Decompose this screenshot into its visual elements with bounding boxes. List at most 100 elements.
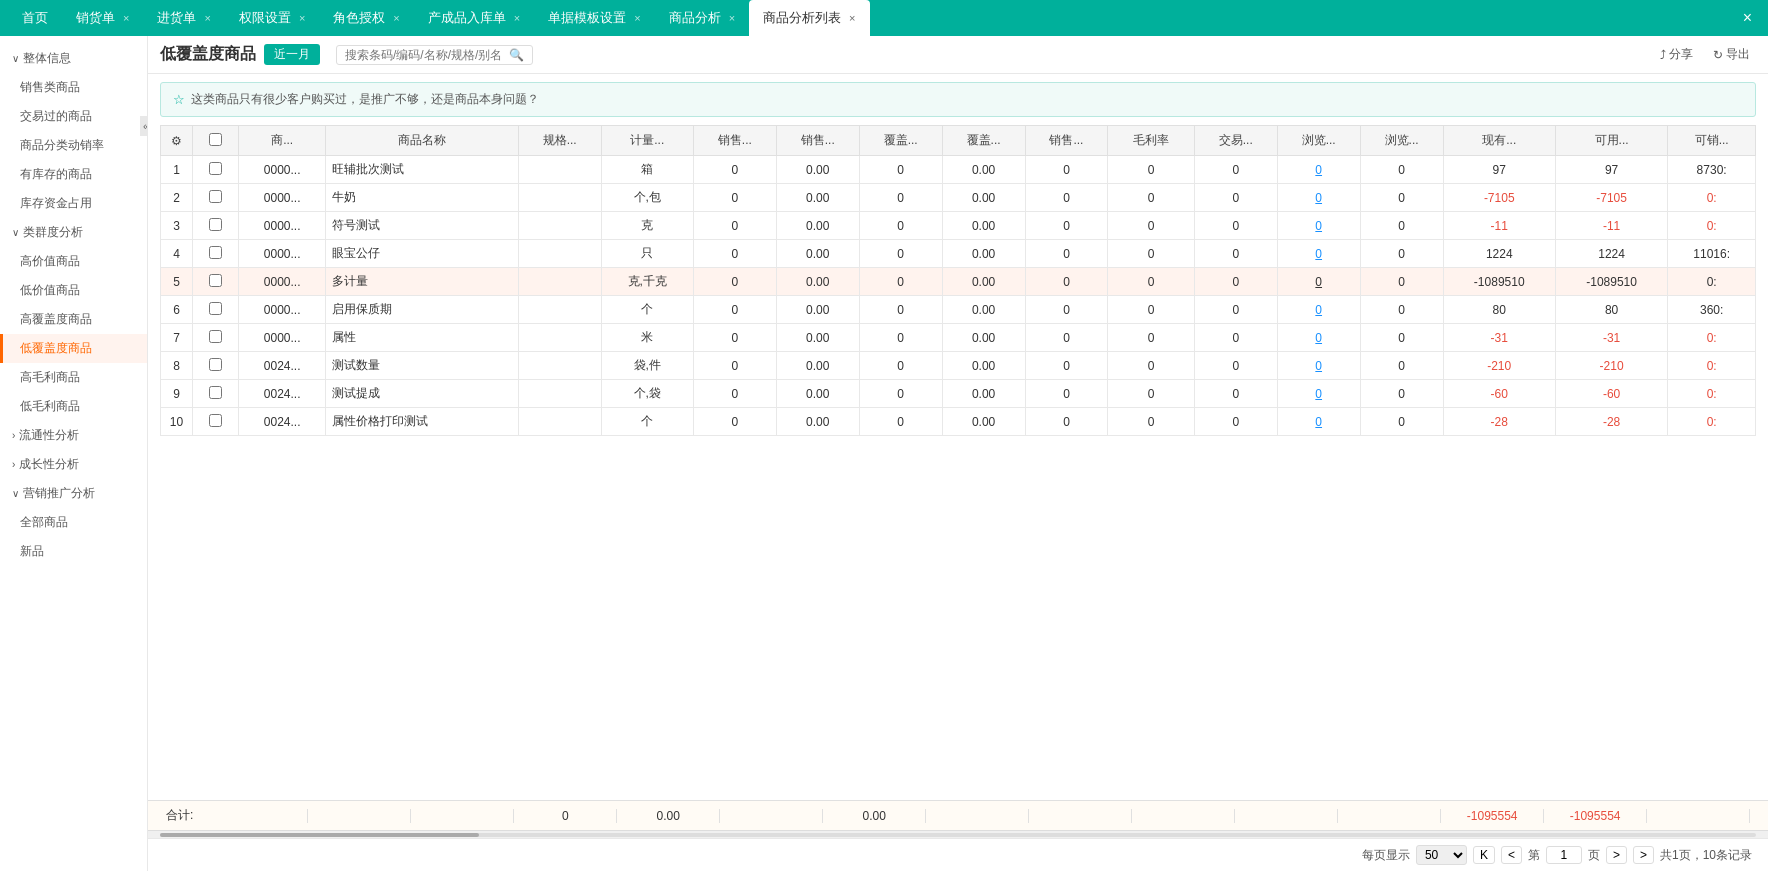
row-checkbox-cell[interactable] — [193, 156, 239, 184]
row-checkbox[interactable] — [209, 302, 222, 315]
col-unit-header[interactable]: 计量... — [601, 126, 693, 156]
col-settings[interactable]: ⚙ — [161, 126, 193, 156]
row-checkbox-cell[interactable] — [193, 324, 239, 352]
row-browse1[interactable]: 0 — [1277, 156, 1360, 184]
sidebar-item-sales-goods[interactable]: 销售类商品 — [0, 73, 147, 102]
close-icon[interactable]: × — [299, 0, 305, 36]
row-checkbox-cell[interactable] — [193, 240, 239, 268]
sidebar-item-low-coverage[interactable]: 低覆盖度商品 — [0, 334, 147, 363]
row-checkbox[interactable] — [209, 274, 222, 287]
close-icon[interactable]: × — [634, 0, 640, 36]
col-sales2-header[interactable]: 销售... — [776, 126, 859, 156]
row-checkbox-cell[interactable] — [193, 296, 239, 324]
search-icon[interactable]: 🔍 — [509, 48, 524, 62]
col-gross-header[interactable]: 毛利率 — [1108, 126, 1194, 156]
scrollbar-thumb[interactable] — [160, 833, 479, 837]
row-checkbox[interactable] — [209, 414, 222, 427]
row-browse1[interactable]: 0 — [1277, 380, 1360, 408]
row-checkbox[interactable] — [209, 162, 222, 175]
row-checkbox-cell[interactable] — [193, 352, 239, 380]
row-checkbox-cell[interactable] — [193, 212, 239, 240]
row-checkbox[interactable] — [209, 358, 222, 371]
sidebar-item-new-goods[interactable]: 新品 — [0, 537, 147, 566]
row-checkbox-cell[interactable] — [193, 408, 239, 436]
sidebar-item-all-goods[interactable]: 全部商品 — [0, 508, 147, 537]
sidebar-item-high-margin[interactable]: 高毛利商品 — [0, 363, 147, 392]
table-wrapper[interactable]: ⚙ 商... 商品名称 规格... 计量... 销售... 销售... 覆盖..… — [148, 125, 1768, 800]
sidebar-collapse-button[interactable]: « — [140, 116, 148, 136]
page-number-input[interactable] — [1546, 846, 1582, 864]
nav-item-analysis-list[interactable]: 商品分析列表 × — [749, 0, 869, 36]
row-checkbox[interactable] — [209, 218, 222, 231]
col-cover1-header[interactable]: 覆盖... — [859, 126, 942, 156]
row-browse1[interactable]: 0 — [1277, 212, 1360, 240]
sidebar-item-traded-goods[interactable]: 交易过的商品 — [0, 102, 147, 131]
sidebar-item-category-rate[interactable]: 商品分类动销率 — [0, 131, 147, 160]
sidebar-item-low-value[interactable]: 低价值商品 — [0, 276, 147, 305]
nav-item-role[interactable]: 角色授权 × — [319, 0, 413, 36]
close-icon[interactable]: × — [849, 0, 855, 36]
export-button[interactable]: ↻ 导出 — [1707, 44, 1756, 65]
close-icon[interactable]: × — [123, 0, 129, 36]
nav-item-analysis[interactable]: 商品分析 × — [655, 0, 749, 36]
select-all-checkbox[interactable] — [209, 133, 222, 146]
col-sellable-header[interactable]: 可销... — [1668, 126, 1756, 156]
search-input[interactable] — [345, 48, 505, 62]
row-checkbox-cell[interactable] — [193, 268, 239, 296]
period-button[interactable]: 近一月 — [264, 44, 320, 65]
close-all-button[interactable]: × — [1735, 9, 1760, 27]
sidebar-item-high-value[interactable]: 高价值商品 — [0, 247, 147, 276]
nav-item-purchase[interactable]: 进货单 × — [143, 0, 224, 36]
sidebar-section-circulation[interactable]: › 流通性分析 — [0, 421, 147, 450]
col-browse1-header[interactable]: 浏览... — [1277, 126, 1360, 156]
nav-item-finished[interactable]: 产成品入库单 × — [414, 0, 534, 36]
close-icon[interactable]: × — [729, 0, 735, 36]
row-browse1[interactable]: 0 — [1277, 240, 1360, 268]
row-checkbox-cell[interactable] — [193, 184, 239, 212]
col-cover2-header[interactable]: 覆盖... — [942, 126, 1025, 156]
col-name-header[interactable]: 商品名称 — [326, 126, 518, 156]
col-sales1-header[interactable]: 销售... — [693, 126, 776, 156]
row-checkbox[interactable] — [209, 330, 222, 343]
row-checkbox-cell[interactable] — [193, 380, 239, 408]
col-checkbox[interactable] — [193, 126, 239, 156]
row-checkbox[interactable] — [209, 190, 222, 203]
close-icon[interactable]: × — [393, 0, 399, 36]
sidebar-item-stock-capital[interactable]: 库存资金占用 — [0, 189, 147, 218]
per-page-select[interactable]: 50 100 200 — [1416, 845, 1467, 865]
col-available-header[interactable]: 可用... — [1555, 126, 1667, 156]
last-page-button[interactable]: > — [1633, 846, 1654, 864]
next-page-button[interactable]: > — [1606, 846, 1627, 864]
close-icon[interactable]: × — [514, 0, 520, 36]
prev-page-button[interactable]: < — [1501, 846, 1522, 864]
nav-item-permission[interactable]: 权限设置 × — [225, 0, 319, 36]
sidebar-section-overall[interactable]: ∨ 整体信息 — [0, 44, 147, 73]
sidebar-item-with-stock[interactable]: 有库存的商品 — [0, 160, 147, 189]
row-checkbox[interactable] — [209, 386, 222, 399]
col-spec-header[interactable]: 规格... — [518, 126, 601, 156]
row-browse1[interactable]: 0 — [1277, 296, 1360, 324]
row-browse1[interactable]: 0 — [1277, 324, 1360, 352]
col-sales3-header[interactable]: 销售... — [1025, 126, 1108, 156]
sidebar-section-marketing[interactable]: ∨ 营销推广分析 — [0, 479, 147, 508]
nav-item-template[interactable]: 单据模板设置 × — [534, 0, 654, 36]
row-browse1[interactable]: 0 — [1277, 408, 1360, 436]
first-page-button[interactable]: K — [1473, 846, 1495, 864]
col-browse2-header[interactable]: 浏览... — [1360, 126, 1443, 156]
col-current-header[interactable]: 现有... — [1443, 126, 1555, 156]
sidebar-item-low-margin[interactable]: 低毛利商品 — [0, 392, 147, 421]
row-browse1[interactable]: 0 — [1277, 352, 1360, 380]
row-browse1[interactable]: 0 — [1277, 268, 1360, 296]
close-icon[interactable]: × — [204, 0, 210, 36]
horizontal-scrollbar[interactable] — [148, 830, 1768, 838]
col-code-header[interactable]: 商... — [238, 126, 326, 156]
nav-item-home[interactable]: 首页 — [8, 0, 62, 36]
nav-item-sales[interactable]: 销货单 × — [62, 0, 143, 36]
sidebar-section-cluster[interactable]: ∨ 类群度分析 — [0, 218, 147, 247]
col-trade-header[interactable]: 交易... — [1194, 126, 1277, 156]
sidebar-section-growth[interactable]: › 成长性分析 — [0, 450, 147, 479]
sidebar-item-high-coverage[interactable]: 高覆盖度商品 — [0, 305, 147, 334]
row-browse1[interactable]: 0 — [1277, 184, 1360, 212]
row-checkbox[interactable] — [209, 246, 222, 259]
share-button[interactable]: ⤴ 分享 — [1654, 44, 1699, 65]
